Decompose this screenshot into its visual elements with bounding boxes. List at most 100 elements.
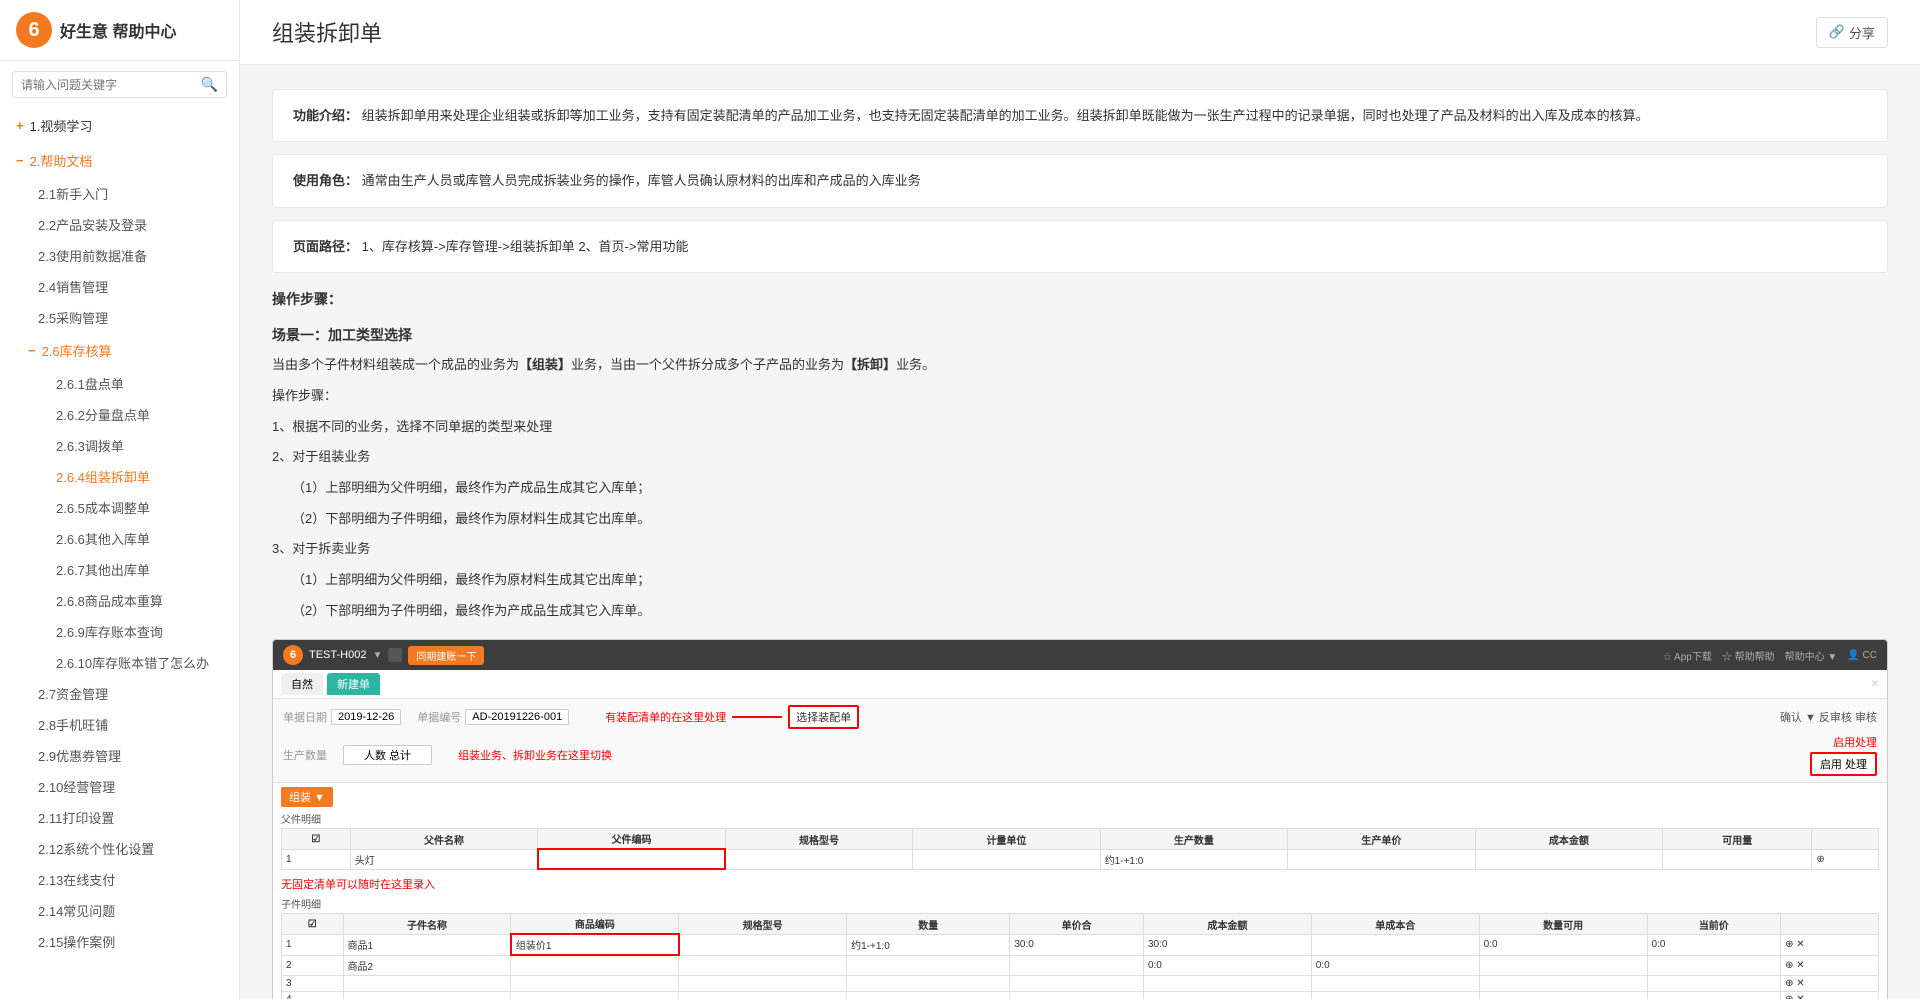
intro-label: 功能介绍： <box>293 108 358 123</box>
mock-date-val: 2019-12-26 <box>331 709 401 725</box>
mock-th <box>1812 829 1879 850</box>
step2: 2、对于组装业务 <box>272 445 1888 470</box>
annotation-free-entry: 无固定清单可以随时在这里录入 <box>281 876 1879 892</box>
share-button[interactable]: 🔗 分享 <box>1816 17 1888 48</box>
annotation-enable: 启用处理 <box>1833 734 1877 750</box>
main-body: 功能介绍： 组装拆卸单用来处理企业组装或拆卸等加工业务，支持有固定装配清单的产品… <box>240 65 1920 999</box>
screenshot-container: 6 TEST-H002 ▼ 同期建账一下 ☆ App下载 ☆ 帮助帮助 帮助中心… <box>272 639 1888 999</box>
sidebar-item-sales[interactable]: 2.4销售管理 <box>0 271 239 302</box>
mock-nav-apps: ☆ App下载 <box>1663 648 1712 663</box>
mock-th: 生产单价 <box>1288 829 1475 850</box>
sidebar-item-stock-error[interactable]: 2.6.10库存账本错了怎么办 <box>0 647 239 678</box>
sidebar-item-online-pay[interactable]: 2.13在线支付 <box>0 864 239 895</box>
sidebar-item-stock-check[interactable]: 2.6.9库存账本查询 <box>0 616 239 647</box>
collapse-icon: − <box>28 343 36 358</box>
main-header: 组装拆卸单 🔗 分享 <box>240 0 1920 65</box>
mock-th: ☑ <box>282 829 351 850</box>
sidebar-item-data-prep[interactable]: 2.3使用前数据准备 <box>0 240 239 271</box>
share-label: 分享 <box>1849 23 1875 42</box>
sidebar-item-label: 1.视频学习 <box>30 116 93 135</box>
sidebar-item-docs[interactable]: − 2.帮助文档 <box>0 143 239 178</box>
sidebar-item-print[interactable]: 2.11打印设置 <box>0 802 239 833</box>
mock-actions: 确认 ▼ 反审核 审核 <box>1780 709 1877 725</box>
mock-tab-self[interactable]: 自然 <box>281 673 323 695</box>
path-label: 页面路径： <box>293 239 358 254</box>
mock-bom-highlight <box>538 849 725 869</box>
mock-code-label: 单据编号 <box>417 709 461 725</box>
sidebar-item-assembly[interactable]: 2.6.4组装拆卸单 <box>0 461 239 492</box>
steps-title: 操作步骤： <box>272 384 1888 409</box>
sidebar-item-partial-stock[interactable]: 2.6.2分量盘点单 <box>0 399 239 430</box>
step3: 3、对于拆卖业务 <box>272 537 1888 562</box>
mock-assembly-type[interactable]: 组装 ▼ <box>281 787 333 807</box>
sidebar-item-new-user[interactable]: 2.1新手入门 <box>0 178 239 209</box>
mock-th: 规格型号 <box>725 829 912 850</box>
intro-block: 功能介绍： 组装拆卸单用来处理企业组装或拆卸等加工业务，支持有固定装配清单的产品… <box>272 89 1888 142</box>
search-input[interactable] <box>21 78 201 92</box>
sidebar-item-purchase[interactable]: 2.5采购管理 <box>0 302 239 333</box>
mock-tab-new[interactable]: 新建单 <box>327 673 380 695</box>
mock-new-btn[interactable]: 同期建账一下 <box>408 646 484 665</box>
mock-nav-help: ☆ 帮助帮助 <box>1722 648 1775 663</box>
mock-code-val: AD-20191226-001 <box>465 709 569 725</box>
main-content: 组装拆卸单 🔗 分享 功能介绍： 组装拆卸单用来处理企业组装或拆卸等加工业务，支… <box>240 0 1920 999</box>
mock-dropdown: ▼ <box>372 650 382 661</box>
screenshot-mock: 6 TEST-H002 ▼ 同期建账一下 ☆ App下载 ☆ 帮助帮助 帮助中心… <box>272 639 1888 999</box>
role-text: 通常由生产人员或库管人员完成拆装业务的操作，库管人员确认原材料的出库和产成品的入… <box>362 173 921 188</box>
step3-2: （2）下部明细为子件明细，最终作为产成品生成其它入库单。 <box>272 599 1888 624</box>
mock-lower-label: 子件明细 <box>281 896 1879 911</box>
step3-1: （1）上部明细为父件明细，最终作为原材料生成其它出库单； <box>272 568 1888 593</box>
annotation-type: 组装业务、拆卸业务在这里切换 <box>458 747 612 763</box>
mock-logo: 6 <box>283 645 303 665</box>
search-box[interactable]: 🔍 <box>12 71 227 98</box>
sidebar-item-other-out[interactable]: 2.6.7其他出库单 <box>0 554 239 585</box>
table-row: 3⊕ ✕ <box>282 975 1879 991</box>
logo-icon: 6 <box>16 12 52 48</box>
page-title: 组装拆卸单 <box>272 16 382 48</box>
scenario1-title: 场景一：加工类型选择 <box>272 325 1888 345</box>
scenario1-desc: 当由多个子件材料组装成一个成品的业务为【组装】业务，当由一个父件拆分成多个子产品… <box>272 353 1888 378</box>
sidebar-item-stocktake[interactable]: 2.6.1盘点单 <box>0 368 239 399</box>
sidebar-item-cost-adjust[interactable]: 2.6.5成本调整单 <box>0 492 239 523</box>
mock-upper-table: ☑ 父件名称 父件编码 规格型号 计量单位 生产数量 生产单价 成本金额 可用量 <box>281 828 1879 870</box>
mock-settings-icon <box>388 648 402 662</box>
sidebar-item-mobile[interactable]: 2.8手机旺铺 <box>0 709 239 740</box>
sidebar: 6 好生意 帮助中心 🔍 + 1.视频学习 − 2.帮助文档 2.1新手入门 2… <box>0 0 240 999</box>
sidebar-item-fund[interactable]: 2.7资金管理 <box>0 678 239 709</box>
mock-nav-user: 👤 CC <box>1847 650 1877 661</box>
mock-nav-center: 帮助中心 ▼ <box>1785 648 1838 663</box>
share-icon: 🔗 <box>1829 24 1845 40</box>
mock-enable-btn[interactable]: 启用 处理 <box>1810 752 1877 776</box>
mock-th: 父件编码 <box>538 829 725 850</box>
mock-upper-label: 父件明细 <box>281 811 1879 826</box>
step2-2: （2）下部明细为子件明细，最终作为原材料生成其它出库单。 <box>272 507 1888 532</box>
sidebar-item-video[interactable]: + 1.视频学习 <box>0 108 239 143</box>
sidebar-item-custom[interactable]: 2.12系统个性化设置 <box>0 833 239 864</box>
sidebar-item-operation[interactable]: 2.10经营管理 <box>0 771 239 802</box>
sidebar-item-cases[interactable]: 2.15操作案例 <box>0 926 239 957</box>
nav-list: + 1.视频学习 − 2.帮助文档 2.1新手入门 2.2产品安装及登录 2.3… <box>0 108 239 999</box>
mock-th: 生产数量 <box>1100 829 1287 850</box>
sidebar-item-label: 2.6库存核算 <box>42 341 112 360</box>
sidebar-item-inventory[interactable]: − 2.6库存核算 <box>0 333 239 368</box>
search-icon[interactable]: 🔍 <box>201 76 218 93</box>
table-row: 4⊕ ✕ <box>282 991 1879 999</box>
mock-lower-table: ☑ 子件名称 商品编码 规格型号 数量 单价合 成本金额 单成本合 数量可用 当… <box>281 913 1879 999</box>
sidebar-item-cost-calc[interactable]: 2.6.8商品成本重算 <box>0 585 239 616</box>
mock-th: 可用量 <box>1663 829 1812 850</box>
sidebar-item-coupon[interactable]: 2.9优惠券管理 <box>0 740 239 771</box>
table-row: 1 商品1 组装价1 约1-+1:0 30:0 30:0 0:0 0:0 ⊕ <box>282 934 1879 955</box>
mock-qty-label: 生产数量 <box>283 747 327 763</box>
table-row: 2 商品2 0:0 0:0 ⊕ ✕ <box>282 955 1879 975</box>
mock-select-bom-btn[interactable]: 选择装配单 <box>788 705 859 729</box>
mock-date-label: 单据日期 <box>283 709 327 725</box>
sidebar-item-install[interactable]: 2.2产品安装及登录 <box>0 209 239 240</box>
sidebar-item-other-in[interactable]: 2.6.6其他入库单 <box>0 523 239 554</box>
mock-close[interactable]: ✕ <box>1871 679 1879 690</box>
sidebar-header: 6 好生意 帮助中心 <box>0 0 239 61</box>
mock-qty-val: 人数 总计 <box>343 745 432 765</box>
ops-title: 操作步骤： <box>272 289 1888 309</box>
sidebar-item-faq[interactable]: 2.14常见问题 <box>0 895 239 926</box>
sidebar-item-adjust[interactable]: 2.6.3调拨单 <box>0 430 239 461</box>
step2-1: （1）上部明细为父件明细，最终作为产成品生成其它入库单； <box>272 476 1888 501</box>
